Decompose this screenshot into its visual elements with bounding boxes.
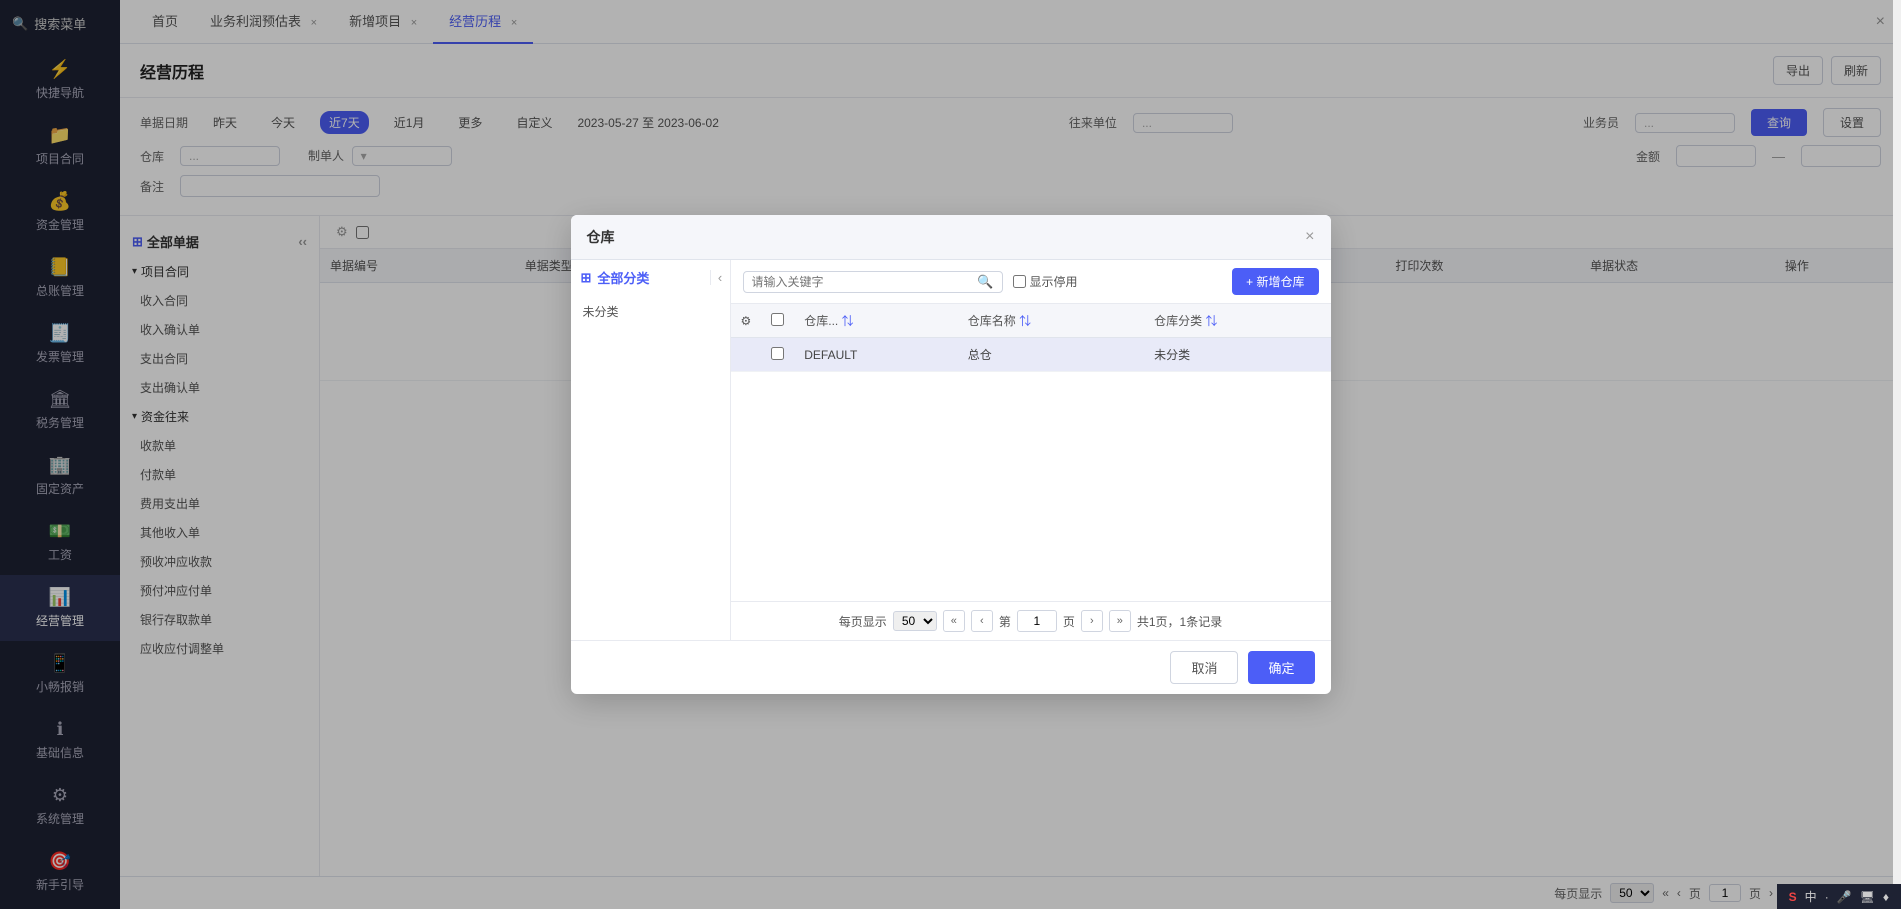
modal-search-input[interactable] — [752, 275, 978, 289]
taskbar: S 中 · 🎤 🖥 ♦ — [1777, 884, 1901, 909]
table-row[interactable]: DEFAULT 总仓 未分类 — [731, 338, 1331, 372]
modal-col-checkbox — [761, 304, 794, 338]
modal-col-code[interactable]: 仓库... ⇅ — [794, 304, 957, 338]
row-select-checkbox[interactable] — [771, 347, 784, 360]
modal-overlay: 仓库 × ⊞ 全部分类 ‹ 未分类 — [0, 0, 1901, 909]
gear-icon-table[interactable]: ⚙ — [741, 314, 752, 328]
row-checkbox[interactable] — [761, 338, 794, 372]
modal-col-category[interactable]: 仓库分类 ⇅ — [1144, 304, 1330, 338]
warehouse-modal: 仓库 × ⊞ 全部分类 ‹ 未分类 — [571, 215, 1331, 694]
modal-per-page-label: 每页显示 — [839, 613, 887, 630]
modal-per-page-select[interactable]: 50 — [893, 611, 937, 631]
modal-total-label: 共1页，1条记录 — [1137, 613, 1222, 630]
modal-pagination: 每页显示 50 « ‹ 第 页 › » 共1页，1条记录 — [731, 601, 1331, 640]
modal-footer: 取消 确定 — [571, 640, 1331, 694]
modal-page-suffix: 页 — [1063, 613, 1075, 630]
modal-warehouse-table: ⚙ 仓库... ⇅ 仓库名称 — [731, 304, 1331, 372]
modal-tree-collapse[interactable]: ‹ — [710, 270, 730, 285]
modal-table-wrap: ⚙ 仓库... ⇅ 仓库名称 — [731, 304, 1331, 601]
modal-tree-all-label[interactable]: ⊞ 全部分类 — [571, 260, 710, 295]
modal-close-button[interactable]: × — [1305, 228, 1314, 246]
row-name: 总仓 — [958, 338, 1144, 372]
confirm-button[interactable]: 确定 — [1248, 651, 1314, 684]
modal-col-name[interactable]: 仓库名称 ⇅ — [958, 304, 1144, 338]
modal-select-all[interactable] — [771, 313, 784, 326]
add-warehouse-button[interactable]: + 新增仓库 — [1232, 268, 1318, 295]
modal-page-last[interactable]: » — [1109, 610, 1131, 632]
sort-icon-name: ⇅ — [1019, 314, 1031, 328]
taskbar-monitor-icon[interactable]: 🖥 — [1860, 890, 1875, 904]
taskbar-mic-icon[interactable]: 🎤 — [1837, 890, 1852, 904]
modal-toolbar: 🔍 显示停用 + 新增仓库 — [731, 260, 1331, 304]
modal-body: ⊞ 全部分类 ‹ 未分类 🔍 — [571, 260, 1331, 640]
modal-search-icon[interactable]: 🔍 — [977, 274, 993, 290]
show-disabled-label[interactable]: 显示停用 — [1013, 273, 1078, 290]
taskbar-dot1: · — [1825, 890, 1829, 904]
modal-tree: ⊞ 全部分类 ‹ 未分类 — [571, 260, 731, 640]
show-disabled-checkbox[interactable] — [1013, 275, 1026, 288]
modal-page-input[interactable] — [1017, 610, 1057, 632]
row-code: DEFAULT — [794, 338, 957, 372]
sort-icon: ⇅ — [842, 314, 854, 328]
modal-page-prev[interactable]: ‹ — [971, 610, 993, 632]
sort-icon-cat: ⇅ — [1205, 314, 1217, 328]
grid-icon-modal: ⊞ — [581, 270, 592, 286]
modal-col-gear: ⚙ — [731, 304, 762, 338]
modal-title: 仓库 — [587, 227, 615, 247]
cancel-button[interactable]: 取消 — [1170, 651, 1238, 684]
modal-page-first[interactable]: « — [943, 610, 965, 632]
row-category: 未分类 — [1144, 338, 1330, 372]
modal-page-next[interactable]: › — [1081, 610, 1103, 632]
modal-content: 🔍 显示停用 + 新增仓库 ⚙ — [731, 260, 1331, 640]
taskbar-lang-icon[interactable]: 中 — [1805, 888, 1817, 905]
modal-page-label: 第 — [999, 613, 1011, 630]
taskbar-dot2: ♦ — [1883, 890, 1889, 904]
row-gear — [731, 338, 762, 372]
modal-search-box: 🔍 — [743, 271, 1003, 293]
modal-header: 仓库 × — [571, 215, 1331, 260]
taskbar-s-icon: S — [1789, 890, 1797, 904]
modal-tree-item-uncategorized[interactable]: 未分类 — [571, 295, 730, 328]
